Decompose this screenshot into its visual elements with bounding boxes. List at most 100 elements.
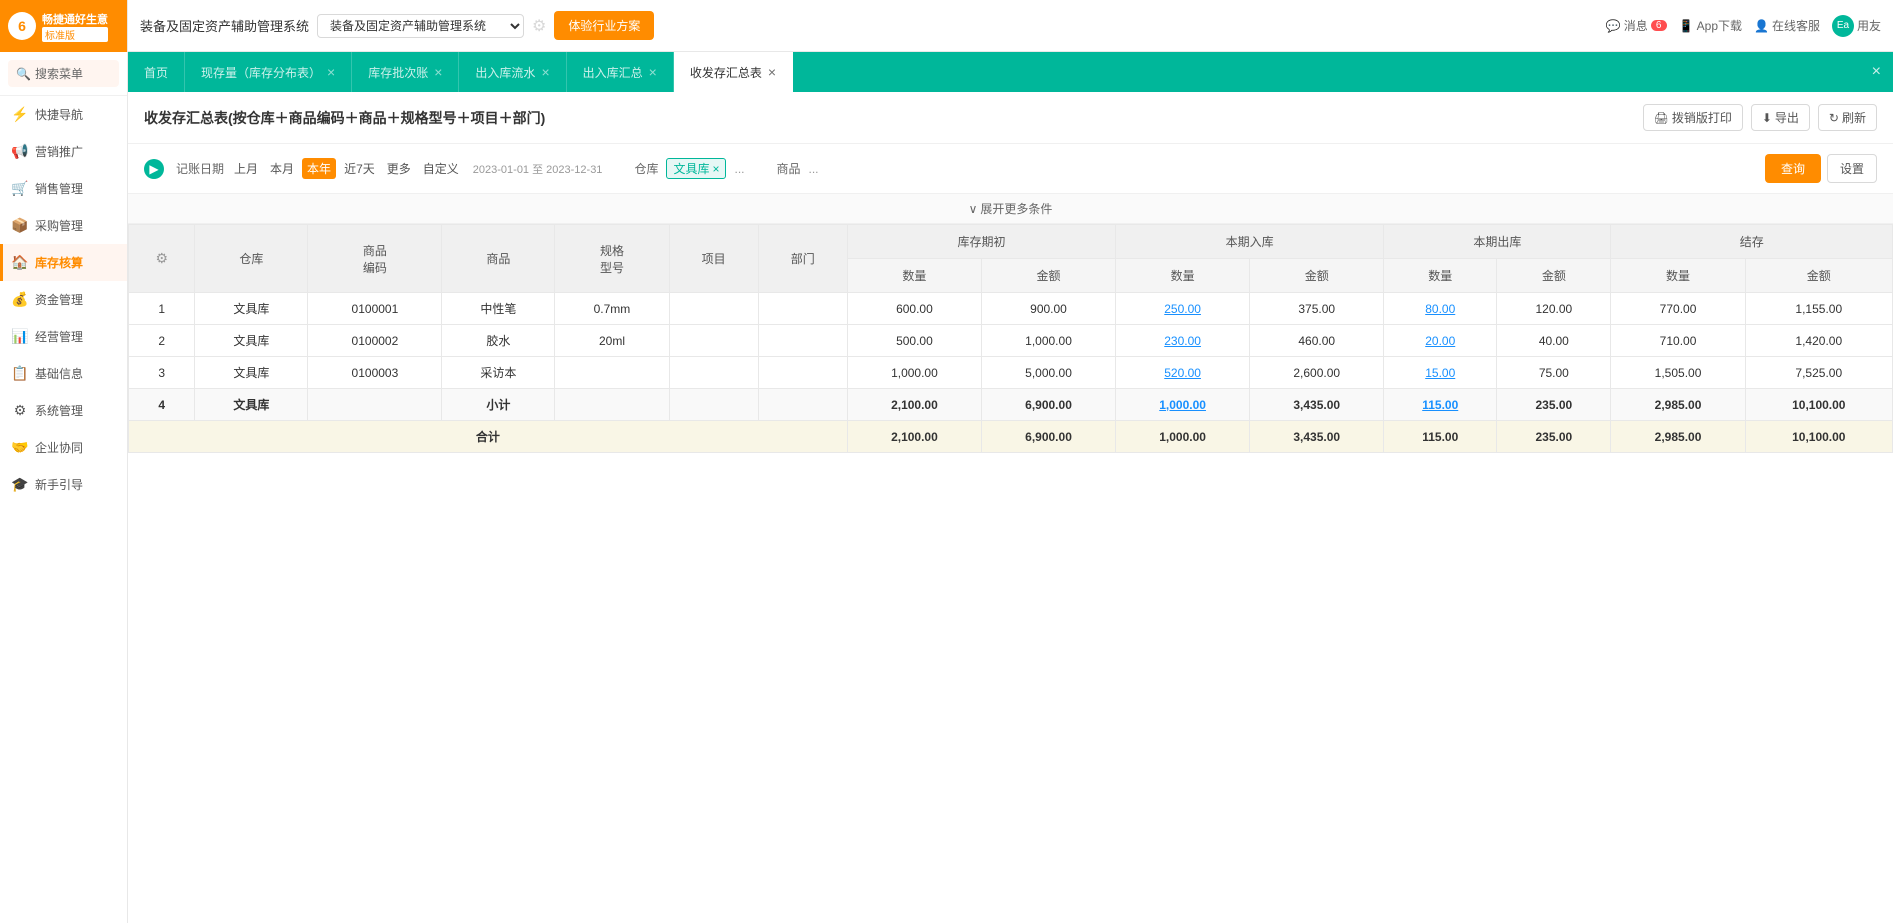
refresh-button[interactable]: ↻ 刷新 bbox=[1818, 104, 1877, 131]
tab-bar-close-all[interactable]: × bbox=[1860, 52, 1893, 92]
date-btn-this-year[interactable]: 本年 bbox=[302, 158, 336, 179]
sidebar-item-system[interactable]: ⚙ 系统管理 bbox=[0, 392, 127, 429]
th-code: 商品编码 bbox=[308, 225, 442, 293]
row-opening-qty: 500.00 bbox=[847, 325, 981, 357]
warehouse-label: 仓库 bbox=[634, 160, 658, 177]
date-btn-this-month[interactable]: 本月 bbox=[266, 158, 298, 179]
content-inner: 收发存汇总表(按仓库＋商品编码＋商品＋规格型号＋项目＋部门) 🖨 拨销版打印 ⬇… bbox=[128, 92, 1893, 923]
experience-button[interactable]: 体验行业方案 bbox=[554, 11, 654, 40]
warehouse-tag-close[interactable]: × bbox=[712, 162, 719, 176]
tab-home[interactable]: 首页 bbox=[128, 52, 185, 92]
row-out-amt: 40.00 bbox=[1497, 325, 1611, 357]
logo-text: 畅捷通好生意 标准版 bbox=[42, 11, 108, 42]
row-out-qty[interactable]: 15.00 bbox=[1384, 357, 1497, 389]
system-icon: ⚙ bbox=[11, 402, 29, 419]
row-goods: 中性笔 bbox=[442, 293, 555, 325]
sidebar-item-guide[interactable]: 🎓 新手引导 bbox=[0, 466, 127, 503]
sidebar-item-purchase[interactable]: 📦 采购管理 bbox=[0, 207, 127, 244]
app-title-select[interactable]: 装备及固定资产辅助管理系统 bbox=[317, 14, 524, 38]
row-spec bbox=[555, 389, 669, 421]
row-out-amt: 235.00 bbox=[1497, 389, 1611, 421]
print-button[interactable]: 🖨 拨销版打印 bbox=[1643, 104, 1743, 131]
sidebar-item-quick-nav[interactable]: ⚡ 快捷导航 bbox=[0, 96, 127, 133]
goods-label: 商品 bbox=[777, 160, 801, 177]
date-btn-last-month[interactable]: 上月 bbox=[230, 158, 262, 179]
user-button[interactable]: Ea 用友 bbox=[1832, 15, 1881, 37]
tab-batch-ledger-close[interactable]: × bbox=[434, 64, 442, 80]
message-button[interactable]: 💬 消息 6 bbox=[1606, 17, 1667, 34]
tab-in-out-summary[interactable]: 出入库汇总 × bbox=[567, 52, 674, 92]
sidebar-item-operations[interactable]: 📊 经营管理 bbox=[0, 318, 127, 355]
th-project: 项目 bbox=[669, 225, 758, 293]
warehouse-tag[interactable]: 文具库 × bbox=[666, 158, 726, 179]
th-out: 本期出库 bbox=[1384, 225, 1611, 259]
sidebar-item-system-label: 系统管理 bbox=[35, 402, 83, 419]
th-out-amt: 金额 bbox=[1497, 259, 1611, 293]
sidebar-item-enterprise[interactable]: 🤝 企业协同 bbox=[0, 429, 127, 466]
warehouse-more[interactable]: ... bbox=[734, 162, 744, 176]
tab-collection-summary[interactable]: 收发存汇总表 × bbox=[674, 52, 793, 92]
tab-home-label: 首页 bbox=[144, 64, 168, 81]
online-service-button[interactable]: 👤 在线客服 bbox=[1754, 17, 1820, 34]
tab-collection-summary-close[interactable]: × bbox=[768, 64, 776, 80]
goods-more[interactable]: ... bbox=[809, 162, 819, 176]
sidebar-item-basic-info[interactable]: 📋 基础信息 bbox=[0, 355, 127, 392]
sidebar-item-basic-info-label: 基础信息 bbox=[35, 365, 83, 382]
filter-toggle-button[interactable]: ▶ bbox=[144, 159, 164, 179]
row-out-qty[interactable]: 115.00 bbox=[1384, 389, 1497, 421]
row-opening-amt: 1,000.00 bbox=[981, 325, 1115, 357]
row-out-qty[interactable]: 20.00 bbox=[1384, 325, 1497, 357]
tab-stock-distribution[interactable]: 现存量（库存分布表） × bbox=[185, 52, 352, 92]
row-warehouse: 文具库 bbox=[195, 325, 308, 357]
date-range-display: 2023-01-01 至 2023-12-31 bbox=[473, 161, 603, 177]
expand-button[interactable]: ∨ 展开更多条件 bbox=[969, 200, 1053, 217]
setting-button[interactable]: 设置 bbox=[1827, 154, 1877, 183]
tab-collection-summary-label: 收发存汇总表 bbox=[690, 64, 762, 81]
sidebar-item-finance[interactable]: 💰 资金管理 bbox=[0, 281, 127, 318]
row-goods: 小计 bbox=[442, 389, 555, 421]
filter-warehouse-section: 仓库 文具库 × ... bbox=[634, 158, 744, 179]
tab-in-out-flow-close[interactable]: × bbox=[541, 64, 549, 80]
app-download-button[interactable]: 📱 App下载 bbox=[1679, 17, 1742, 34]
row-spec: 20ml bbox=[555, 325, 669, 357]
row-out-qty[interactable]: 80.00 bbox=[1384, 293, 1497, 325]
settings-gear-icon[interactable]: ⚙ bbox=[532, 16, 546, 36]
table-settings-icon[interactable]: ⚙ bbox=[155, 250, 168, 266]
th-settings[interactable]: ⚙ bbox=[129, 225, 195, 293]
row-in-qty[interactable]: 1,000.00 bbox=[1116, 389, 1250, 421]
search-menu-button[interactable]: 🔍 搜索菜单 bbox=[8, 60, 119, 87]
row-balance-amt: 10,100.00 bbox=[1745, 389, 1892, 421]
tab-in-out-flow[interactable]: 出入库流水 × bbox=[459, 52, 566, 92]
date-buttons: 上月 本月 本年 近7天 更多 自定义 bbox=[230, 158, 463, 179]
table-row: 4文具库小计2,100.006,900.001,000.003,435.0011… bbox=[129, 389, 1893, 421]
row-project bbox=[669, 389, 758, 421]
export-button[interactable]: ⬇ 导出 bbox=[1751, 104, 1810, 131]
content-area: 收发存汇总表(按仓库＋商品编码＋商品＋规格型号＋项目＋部门) 🖨 拨销版打印 ⬇… bbox=[128, 92, 1893, 923]
query-button[interactable]: 查询 bbox=[1765, 154, 1821, 183]
user-icon: Ea bbox=[1832, 15, 1854, 37]
row-no: 1 bbox=[129, 293, 195, 325]
row-in-qty[interactable]: 230.00 bbox=[1116, 325, 1250, 357]
table-footer-row: 合计 2,100.00 6,900.00 1,000.00 3,435.00 1… bbox=[129, 421, 1893, 453]
row-opening-amt: 900.00 bbox=[981, 293, 1115, 325]
row-project bbox=[669, 357, 758, 389]
row-in-qty[interactable]: 520.00 bbox=[1116, 357, 1250, 389]
row-spec bbox=[555, 357, 669, 389]
sidebar-item-inventory[interactable]: 🏠 库存核算 bbox=[0, 244, 127, 281]
sidebar-item-marketing[interactable]: 📢 营销推广 bbox=[0, 133, 127, 170]
tab-batch-ledger[interactable]: 库存批次账 × bbox=[352, 52, 459, 92]
date-btn-more[interactable]: 更多 bbox=[383, 158, 415, 179]
sidebar-item-sales[interactable]: 🛒 销售管理 bbox=[0, 170, 127, 207]
row-code: 0100003 bbox=[308, 357, 442, 389]
row-balance-amt: 1,155.00 bbox=[1745, 293, 1892, 325]
row-dept bbox=[758, 389, 847, 421]
date-btn-custom[interactable]: 自定义 bbox=[419, 158, 463, 179]
row-in-amt: 375.00 bbox=[1250, 293, 1384, 325]
sidebar-item-inventory-label: 库存核算 bbox=[35, 254, 83, 271]
tab-in-out-summary-close[interactable]: × bbox=[649, 64, 657, 80]
row-in-qty[interactable]: 250.00 bbox=[1116, 293, 1250, 325]
date-btn-7days[interactable]: 近7天 bbox=[340, 158, 379, 179]
tab-stock-distribution-close[interactable]: × bbox=[327, 64, 335, 80]
sidebar-search-section: 🔍 搜索菜单 bbox=[0, 52, 127, 96]
row-no: 3 bbox=[129, 357, 195, 389]
